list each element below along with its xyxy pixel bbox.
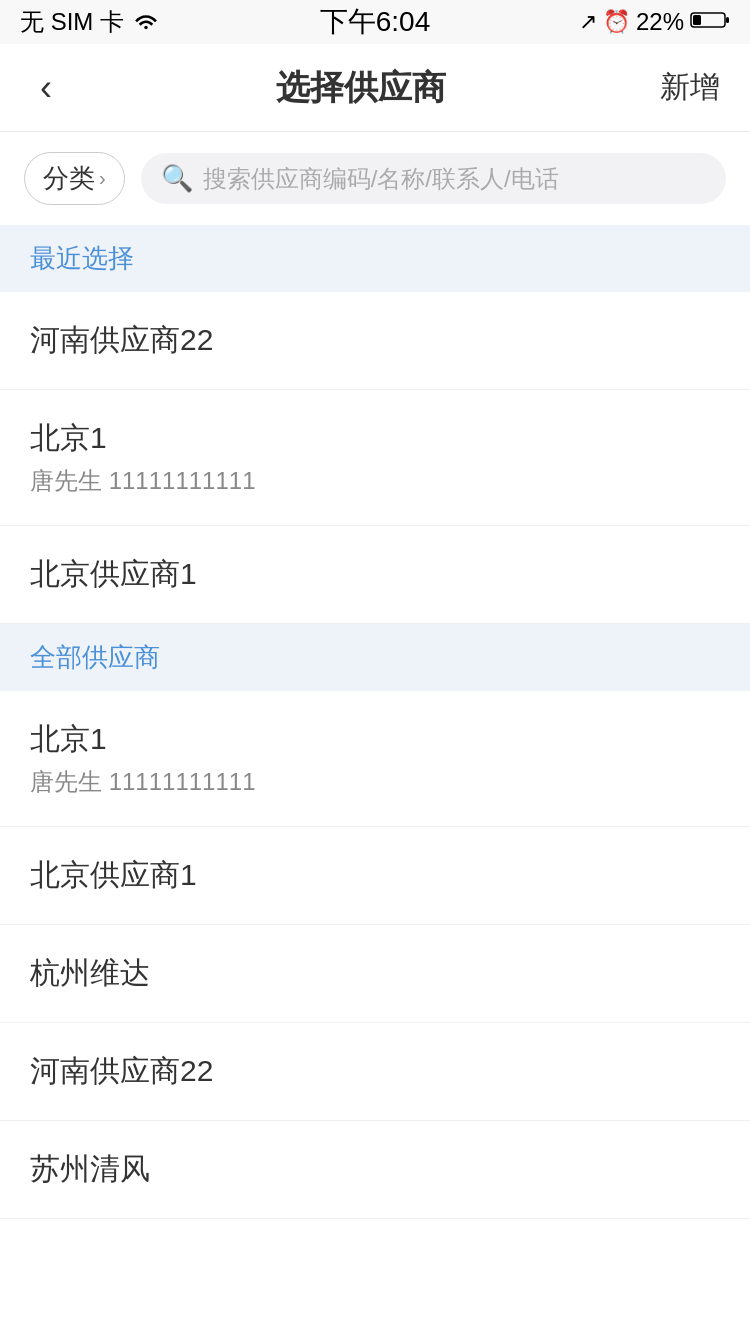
supplier-name: 北京1 xyxy=(30,418,720,459)
list-item[interactable]: 河南供应商22 xyxy=(0,292,750,390)
chevron-right-icon: › xyxy=(99,167,106,190)
battery-icon xyxy=(690,8,730,36)
svg-rect-1 xyxy=(726,17,729,23)
status-bar: 无 SIM 卡 下午6:04 ↗ ⏰ 22% xyxy=(0,0,750,44)
add-new-button[interactable]: 新增 xyxy=(660,67,720,108)
status-time: 下午6:04 xyxy=(320,3,431,41)
filter-bar: 分类 › 🔍 xyxy=(0,132,750,225)
location-icon: ↗ xyxy=(579,9,597,35)
list-item[interactable]: 杭州维达 xyxy=(0,925,750,1023)
alarm-icon: ⏰ xyxy=(603,9,630,35)
section-header-recent: 最近选择 xyxy=(0,225,750,292)
list-item[interactable]: 北京1 唐先生 11111111111 xyxy=(0,691,750,827)
supplier-contact: 唐先生 11111111111 xyxy=(30,465,720,497)
list-item[interactable]: 北京供应商1 xyxy=(0,827,750,925)
carrier-text: 无 SIM 卡 xyxy=(20,6,124,38)
supplier-contact: 唐先生 11111111111 xyxy=(30,766,720,798)
list-item[interactable]: 河南供应商22 xyxy=(0,1023,750,1121)
section-header-all: 全部供应商 xyxy=(0,624,750,691)
search-bar: 🔍 xyxy=(141,153,726,204)
svg-rect-2 xyxy=(693,15,701,25)
status-right: ↗ ⏰ 22% xyxy=(579,8,730,36)
sections-container: 最近选择河南供应商22 北京1 唐先生 11111111111 北京供应商1 全部供应商… xyxy=(0,225,750,1219)
search-icon: 🔍 xyxy=(161,163,193,194)
nav-bar: ‹ 选择供应商 新增 xyxy=(0,44,750,132)
list-item[interactable]: 北京1 唐先生 11111111111 xyxy=(0,390,750,526)
supplier-name: 北京供应商1 xyxy=(30,554,720,595)
list-item[interactable]: 北京供应商1 xyxy=(0,526,750,624)
category-button[interactable]: 分类 › xyxy=(24,152,125,205)
wifi-icon xyxy=(132,8,160,36)
supplier-name: 北京供应商1 xyxy=(30,855,720,896)
back-button[interactable]: ‹ xyxy=(30,57,62,119)
category-label: 分类 xyxy=(43,161,95,196)
supplier-name: 北京1 xyxy=(30,719,720,760)
supplier-name: 杭州维达 xyxy=(30,953,720,994)
status-left: 无 SIM 卡 xyxy=(20,6,160,38)
page-title: 选择供应商 xyxy=(276,65,446,111)
supplier-name: 苏州清风 xyxy=(30,1149,720,1190)
supplier-name: 河南供应商22 xyxy=(30,1051,720,1092)
supplier-name: 河南供应商22 xyxy=(30,320,720,361)
battery-text: 22% xyxy=(636,8,684,36)
list-item[interactable]: 苏州清风 xyxy=(0,1121,750,1219)
search-input[interactable] xyxy=(203,165,706,193)
